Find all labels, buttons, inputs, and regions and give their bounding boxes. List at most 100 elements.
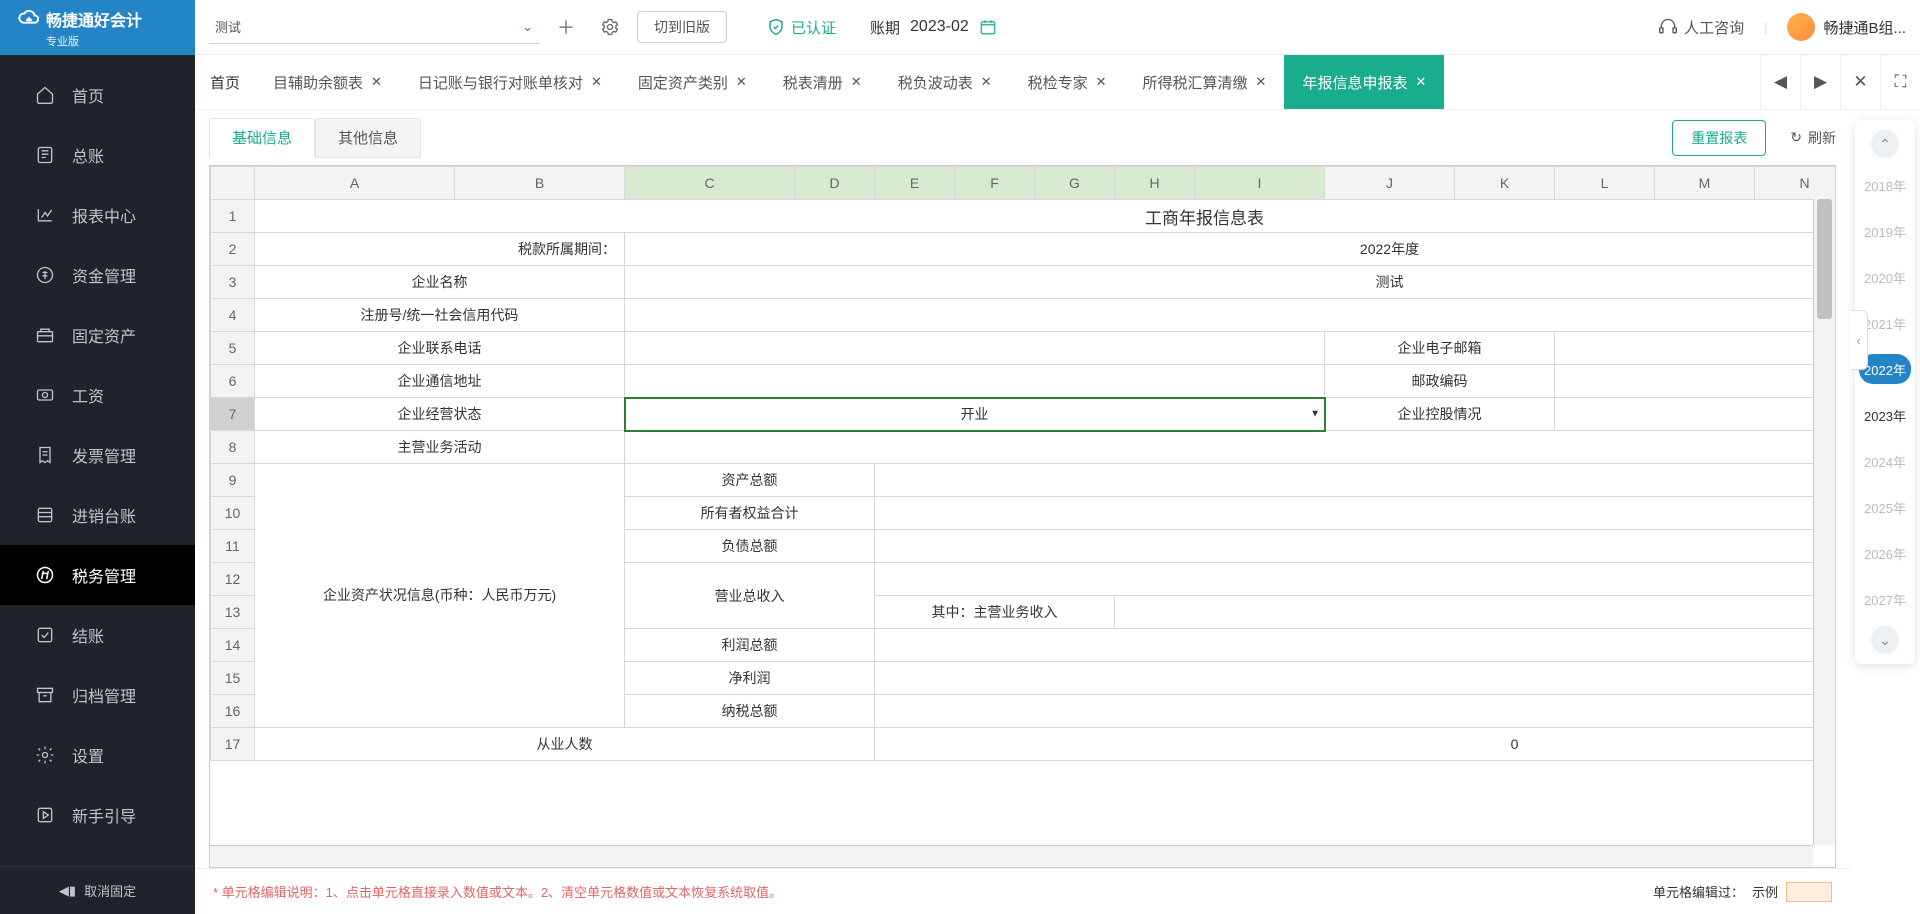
col-header-M[interactable]: M bbox=[1655, 167, 1755, 200]
close-icon[interactable]: ✕ bbox=[1415, 74, 1426, 90]
tab-1[interactable]: 日记账与银行对账单核对 ✕ bbox=[400, 55, 620, 109]
user-menu[interactable]: 畅捷通B组... bbox=[1787, 13, 1906, 41]
year-2020年[interactable]: 2020年 bbox=[1859, 254, 1911, 300]
r16-value[interactable] bbox=[875, 695, 1837, 728]
year-2023年[interactable]: 2023年 bbox=[1859, 392, 1911, 438]
sidebar-item-8[interactable]: 税务管理 bbox=[0, 545, 195, 605]
sidebar-item-12[interactable]: 新手引导 bbox=[0, 785, 195, 845]
sidebar-item-2[interactable]: 报表中心 bbox=[0, 185, 195, 245]
year-2019年[interactable]: 2019年 bbox=[1859, 208, 1911, 254]
row-header-10[interactable]: 10 bbox=[211, 497, 255, 530]
row-header-6[interactable]: 6 bbox=[211, 365, 255, 398]
unpin-button[interactable]: ◀▮ 取消固定 bbox=[0, 866, 195, 914]
subtab-other[interactable]: 其他信息 bbox=[315, 118, 421, 158]
consult-button[interactable]: 人工咨询 bbox=[1658, 17, 1744, 38]
sidebar-item-1[interactable]: 总账 bbox=[0, 125, 195, 185]
tab-close-all[interactable]: ✕ bbox=[1840, 55, 1880, 109]
year-2018年[interactable]: 2018年 bbox=[1859, 162, 1911, 208]
year-2025年[interactable]: 2025年 bbox=[1859, 484, 1911, 530]
close-icon[interactable]: ✕ bbox=[1256, 74, 1267, 90]
close-icon[interactable]: ✕ bbox=[1096, 74, 1107, 90]
year-2027年[interactable]: 2027年 bbox=[1859, 576, 1911, 622]
vertical-scrollbar[interactable] bbox=[1813, 199, 1835, 845]
row-header-17[interactable]: 17 bbox=[211, 728, 255, 761]
r7-value2[interactable]: 私营企业 bbox=[1555, 398, 1837, 431]
tab-4[interactable]: 税负波动表 ✕ bbox=[880, 55, 1010, 109]
r8-value[interactable] bbox=[625, 431, 1837, 464]
tab-0[interactable]: 目辅助余额表 ✕ bbox=[255, 55, 400, 109]
collapse-rail[interactable]: ‹ bbox=[1850, 310, 1868, 370]
row-header-16[interactable]: 16 bbox=[211, 695, 255, 728]
r4-value[interactable] bbox=[625, 299, 1837, 332]
close-icon[interactable]: ✕ bbox=[736, 74, 747, 90]
sidebar-item-9[interactable]: 结账 bbox=[0, 605, 195, 665]
row-header-15[interactable]: 15 bbox=[211, 662, 255, 695]
sidebar-item-6[interactable]: 发票管理 bbox=[0, 425, 195, 485]
col-header-C[interactable]: C bbox=[625, 167, 795, 200]
r3-value[interactable]: 测试 bbox=[625, 266, 1837, 299]
col-header-J[interactable]: J bbox=[1325, 167, 1455, 200]
sidebar-item-0[interactable]: 首页 bbox=[0, 65, 195, 125]
sidebar-item-10[interactable]: 归档管理 bbox=[0, 665, 195, 725]
tab-6[interactable]: 所得税汇算清缴 ✕ bbox=[1125, 55, 1285, 109]
col-header-F[interactable]: F bbox=[955, 167, 1035, 200]
row-header-7[interactable]: 7 bbox=[211, 398, 255, 431]
r6-value[interactable] bbox=[625, 365, 1325, 398]
dropdown-icon[interactable]: ▼ bbox=[1310, 409, 1320, 420]
year-2026年[interactable]: 2026年 bbox=[1859, 530, 1911, 576]
row-header-14[interactable]: 14 bbox=[211, 629, 255, 662]
sidebar-item-4[interactable]: 固定资产 bbox=[0, 305, 195, 365]
col-header-N[interactable]: N bbox=[1755, 167, 1837, 200]
accounting-period[interactable]: 账期 2023-02 bbox=[870, 17, 997, 38]
tabs-prev[interactable]: ◀ bbox=[1760, 55, 1800, 109]
r5-value2[interactable] bbox=[1555, 332, 1837, 365]
row-header-9[interactable]: 9 bbox=[211, 464, 255, 497]
row-header-1[interactable]: 1 bbox=[211, 200, 255, 233]
sidebar-item-11[interactable]: 设置 bbox=[0, 725, 195, 785]
col-header-I[interactable]: I bbox=[1195, 167, 1325, 200]
row-header-2[interactable]: 2 bbox=[211, 233, 255, 266]
r9-value[interactable] bbox=[875, 464, 1837, 497]
gear-icon[interactable] bbox=[593, 10, 627, 44]
row-header-11[interactable]: 11 bbox=[211, 530, 255, 563]
r15-value[interactable] bbox=[875, 662, 1837, 695]
subtab-basic[interactable]: 基础信息 bbox=[209, 118, 315, 158]
r11-value[interactable] bbox=[875, 530, 1837, 563]
r6-value2[interactable] bbox=[1555, 365, 1837, 398]
tab-7[interactable]: 年报信息申报表 ✕ bbox=[1284, 55, 1444, 109]
tab-home[interactable]: 首页 bbox=[195, 55, 255, 109]
col-header-D[interactable]: D bbox=[795, 167, 875, 200]
tab-2[interactable]: 固定资产类别 ✕ bbox=[620, 55, 765, 109]
year-2024年[interactable]: 2024年 bbox=[1859, 438, 1911, 484]
col-header-A[interactable]: A bbox=[255, 167, 455, 200]
row-header-5[interactable]: 5 bbox=[211, 332, 255, 365]
tab-3[interactable]: 税表清册 ✕ bbox=[765, 55, 880, 109]
sidebar-item-7[interactable]: 进销台账 bbox=[0, 485, 195, 545]
col-header-G[interactable]: G bbox=[1035, 167, 1115, 200]
spreadsheet[interactable]: ABCDEFGHIJKLMNOPQ1工商年报信息表2税款所属期间：2022年度3… bbox=[209, 165, 1836, 868]
switch-old-button[interactable]: 切到旧版 bbox=[637, 11, 727, 43]
account-selector[interactable]: 测试 ⌄ bbox=[209, 10, 539, 44]
row-header-8[interactable]: 8 bbox=[211, 431, 255, 464]
row-header-4[interactable]: 4 bbox=[211, 299, 255, 332]
year-down[interactable]: ⌄ bbox=[1871, 626, 1899, 654]
r5-value[interactable] bbox=[625, 332, 1325, 365]
r17-value[interactable]: 0 bbox=[875, 728, 1837, 761]
horizontal-scrollbar[interactable] bbox=[210, 845, 1813, 867]
sidebar-item-5[interactable]: 工资 bbox=[0, 365, 195, 425]
close-icon[interactable]: ✕ bbox=[851, 74, 862, 90]
col-header-K[interactable]: K bbox=[1455, 167, 1555, 200]
close-icon[interactable]: ✕ bbox=[981, 74, 992, 90]
col-header-L[interactable]: L bbox=[1555, 167, 1655, 200]
sidebar-item-3[interactable]: 资金管理 bbox=[0, 245, 195, 305]
r12-value[interactable] bbox=[875, 563, 1837, 596]
add-button[interactable]: ＋ bbox=[549, 10, 583, 44]
r14-value[interactable] bbox=[875, 629, 1837, 662]
r13-value[interactable] bbox=[1115, 596, 1837, 629]
col-header-H[interactable]: H bbox=[1115, 167, 1195, 200]
row-header-3[interactable]: 3 bbox=[211, 266, 255, 299]
r10-value[interactable] bbox=[875, 497, 1837, 530]
year-up[interactable]: ⌃ bbox=[1871, 130, 1899, 158]
col-header-E[interactable]: E bbox=[875, 167, 955, 200]
r7-value[interactable]: 开业▼ bbox=[625, 398, 1325, 431]
